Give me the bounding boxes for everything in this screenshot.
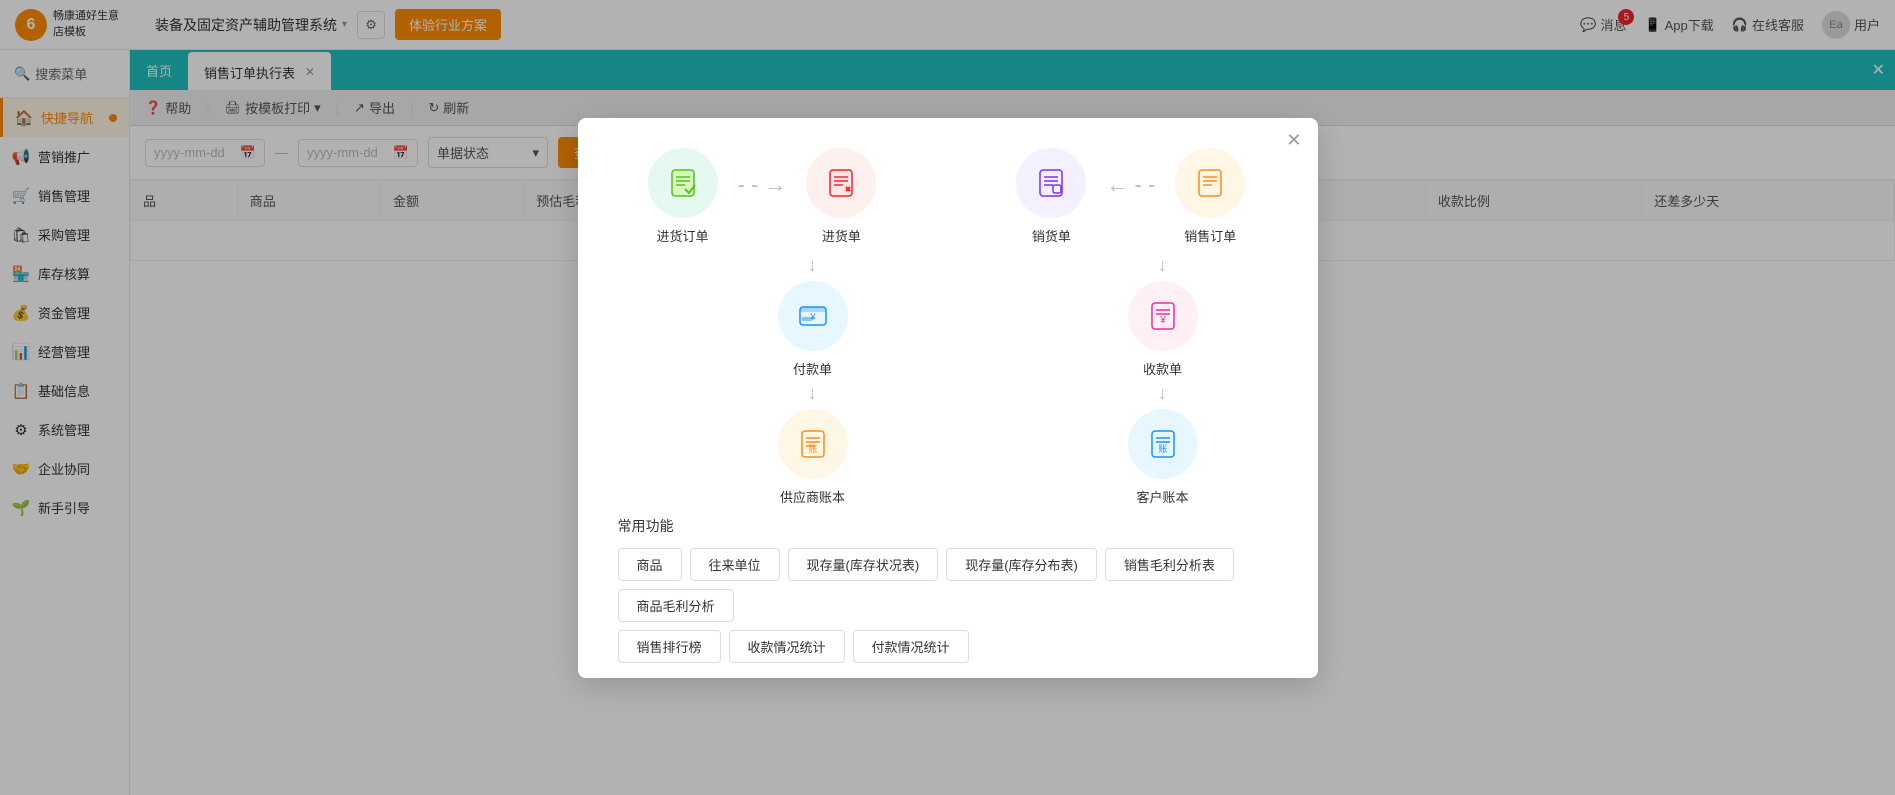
flow-row-1: 进货订单 - - → 进货单 [618, 148, 1278, 245]
func-buttons-row-1: 商品 往来单位 现存量(库存状况表) 现存量(库存分布表) 销售毛利分析表 商品… [618, 548, 1278, 622]
sale-order-icon [1175, 148, 1245, 218]
purchase-order-icon [648, 148, 718, 218]
supplier-ledger-label: 供应商账本 [780, 487, 845, 506]
func-btn-contacts[interactable]: 往来单位 [690, 548, 780, 581]
func-buttons-row-2: 销售排行榜 收款情况统计 付款情况统计 [618, 630, 1278, 663]
flow-node-payment[interactable]: ¥ 付款单 [778, 281, 848, 378]
down-arrow-2: ↓ [1158, 255, 1167, 276]
arrow-2: ← - - [1106, 172, 1155, 198]
flow-node-customer-ledger[interactable]: 账 客户账本 [1128, 409, 1198, 506]
flow-node-purchase-bill[interactable]: 进货单 [806, 148, 876, 245]
modal-overlay[interactable]: ✕ 进货订单 - - → [0, 0, 1895, 795]
flow-node-purchase-order[interactable]: 进货订单 [648, 148, 718, 245]
modal-dialog: ✕ 进货订单 - - → [578, 118, 1318, 678]
receipt-label: 收款单 [1143, 359, 1182, 378]
receipt-icon: ¥ [1128, 281, 1198, 351]
flow-row-2: ↓ ¥ 付款单 ↓ [618, 255, 1278, 506]
flow-node-sale-order[interactable]: 销售订单 [1175, 148, 1245, 245]
func-btn-stock-dist[interactable]: 现存量(库存分布表) [946, 548, 1097, 581]
flow-node-supplier-ledger[interactable]: 账 供应商账本 [778, 409, 848, 506]
customer-ledger-label: 客户账本 [1136, 487, 1188, 506]
arrow-1: - - → [738, 172, 787, 198]
flow-node-receipt[interactable]: ¥ 收款单 [1128, 281, 1198, 378]
sale-bill-icon [1016, 148, 1086, 218]
common-func-title: 常用功能 [618, 516, 1278, 536]
common-functions-section: 常用功能 商品 往来单位 现存量(库存状况表) 现存量(库存分布表) 销售毛利分… [618, 516, 1278, 663]
modal-close-button[interactable]: ✕ [1286, 130, 1301, 151]
func-btn-sales-rank[interactable]: 销售排行榜 [618, 630, 721, 663]
svg-text:¥: ¥ [809, 312, 816, 322]
down-arrow-4: ↓ [1158, 383, 1167, 404]
purchase-bill-col: ↓ ¥ 付款单 ↓ [748, 255, 878, 506]
svg-text:账: 账 [808, 444, 817, 454]
purchase-bill-label: 进货单 [822, 226, 861, 245]
func-btn-stock-status[interactable]: 现存量(库存状况表) [788, 548, 939, 581]
sale-bill-label: 销货单 [1032, 226, 1071, 245]
func-btn-receipt-stat[interactable]: 收款情况统计 [729, 630, 845, 663]
func-btn-goods-profit[interactable]: 商品毛利分析 [618, 589, 734, 622]
down-arrow-3: ↓ [808, 383, 817, 404]
purchase-bill-icon [806, 148, 876, 218]
payment-label: 付款单 [793, 359, 832, 378]
func-btn-payment-stat[interactable]: 付款情况统计 [853, 630, 969, 663]
payment-icon: ¥ [778, 281, 848, 351]
customer-ledger-icon: 账 [1128, 409, 1198, 479]
supplier-ledger-icon: 账 [778, 409, 848, 479]
sale-order-label: 销售订单 [1184, 226, 1236, 245]
purchase-order-label: 进货订单 [656, 226, 708, 245]
down-arrow-1: ↓ [808, 255, 817, 276]
svg-text:¥: ¥ [1159, 315, 1166, 326]
svg-text:账: 账 [1158, 444, 1167, 454]
flow-node-sale-bill[interactable]: 销货单 [1016, 148, 1086, 245]
sale-bill-col: ↓ ¥ 收款单 ↓ [1098, 255, 1228, 506]
func-btn-goods[interactable]: 商品 [618, 548, 682, 581]
func-btn-sales-profit[interactable]: 销售毛利分析表 [1105, 548, 1234, 581]
